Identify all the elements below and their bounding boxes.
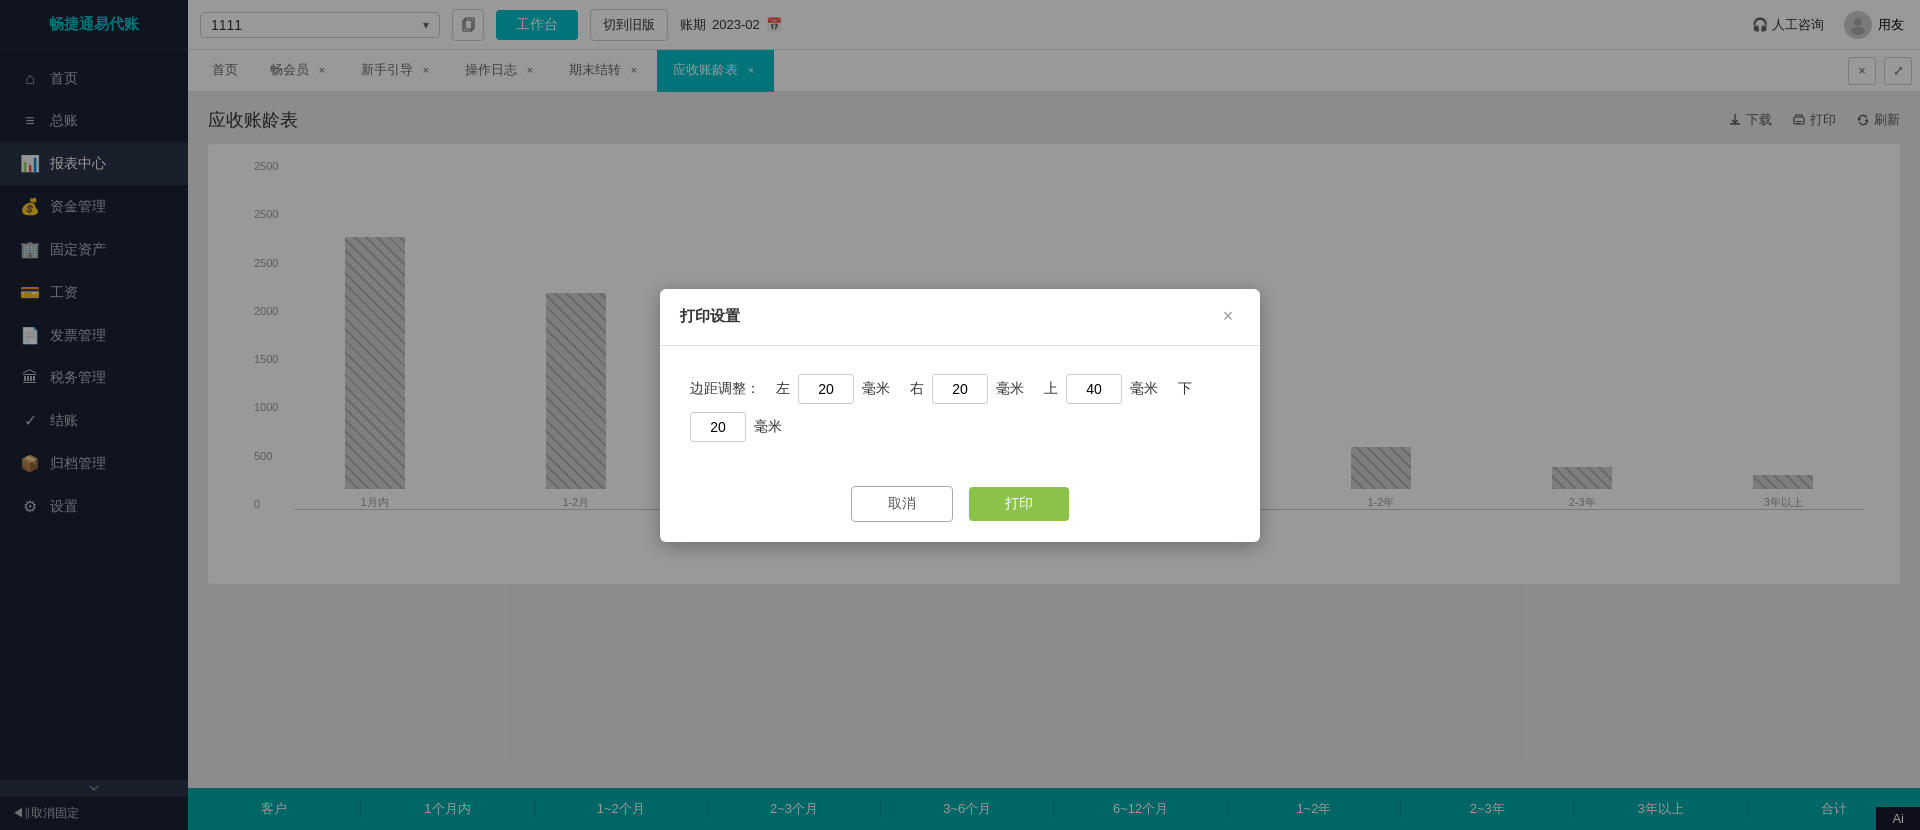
print-settings-dialog: 打印设置 × 边距调整： 左 毫米 右 毫米 上 毫米 下 毫米 取消 打印 [660,289,1260,542]
dialog-footer: 取消 打印 [660,470,1260,542]
dialog-overlay[interactable]: 打印设置 × 边距调整： 左 毫米 右 毫米 上 毫米 下 毫米 取消 打印 [0,0,1920,830]
dialog-header: 打印设置 × [660,289,1260,346]
right-margin-input[interactable] [932,374,988,404]
left-unit: 毫米 [862,380,890,398]
bottom-direction-label: 下 [1178,380,1192,398]
dialog-close-button[interactable]: × [1216,305,1240,329]
top-margin-input[interactable] [1066,374,1122,404]
bottom-margin-input[interactable] [690,412,746,442]
confirm-print-button[interactable]: 打印 [969,487,1069,521]
bottom-unit: 毫米 [754,418,782,436]
top-direction-label: 上 [1044,380,1058,398]
right-direction-label: 右 [910,380,924,398]
left-margin-input[interactable] [798,374,854,404]
top-unit: 毫米 [1130,380,1158,398]
right-unit: 毫米 [996,380,1024,398]
dialog-title: 打印设置 [680,307,740,326]
cancel-button[interactable]: 取消 [851,486,953,522]
left-direction-label: 左 [776,380,790,398]
margin-row: 边距调整： 左 毫米 右 毫米 上 毫米 下 毫米 [690,374,1230,442]
margin-label: 边距调整： [690,380,760,398]
dialog-body: 边距调整： 左 毫米 右 毫米 上 毫米 下 毫米 [660,346,1260,470]
